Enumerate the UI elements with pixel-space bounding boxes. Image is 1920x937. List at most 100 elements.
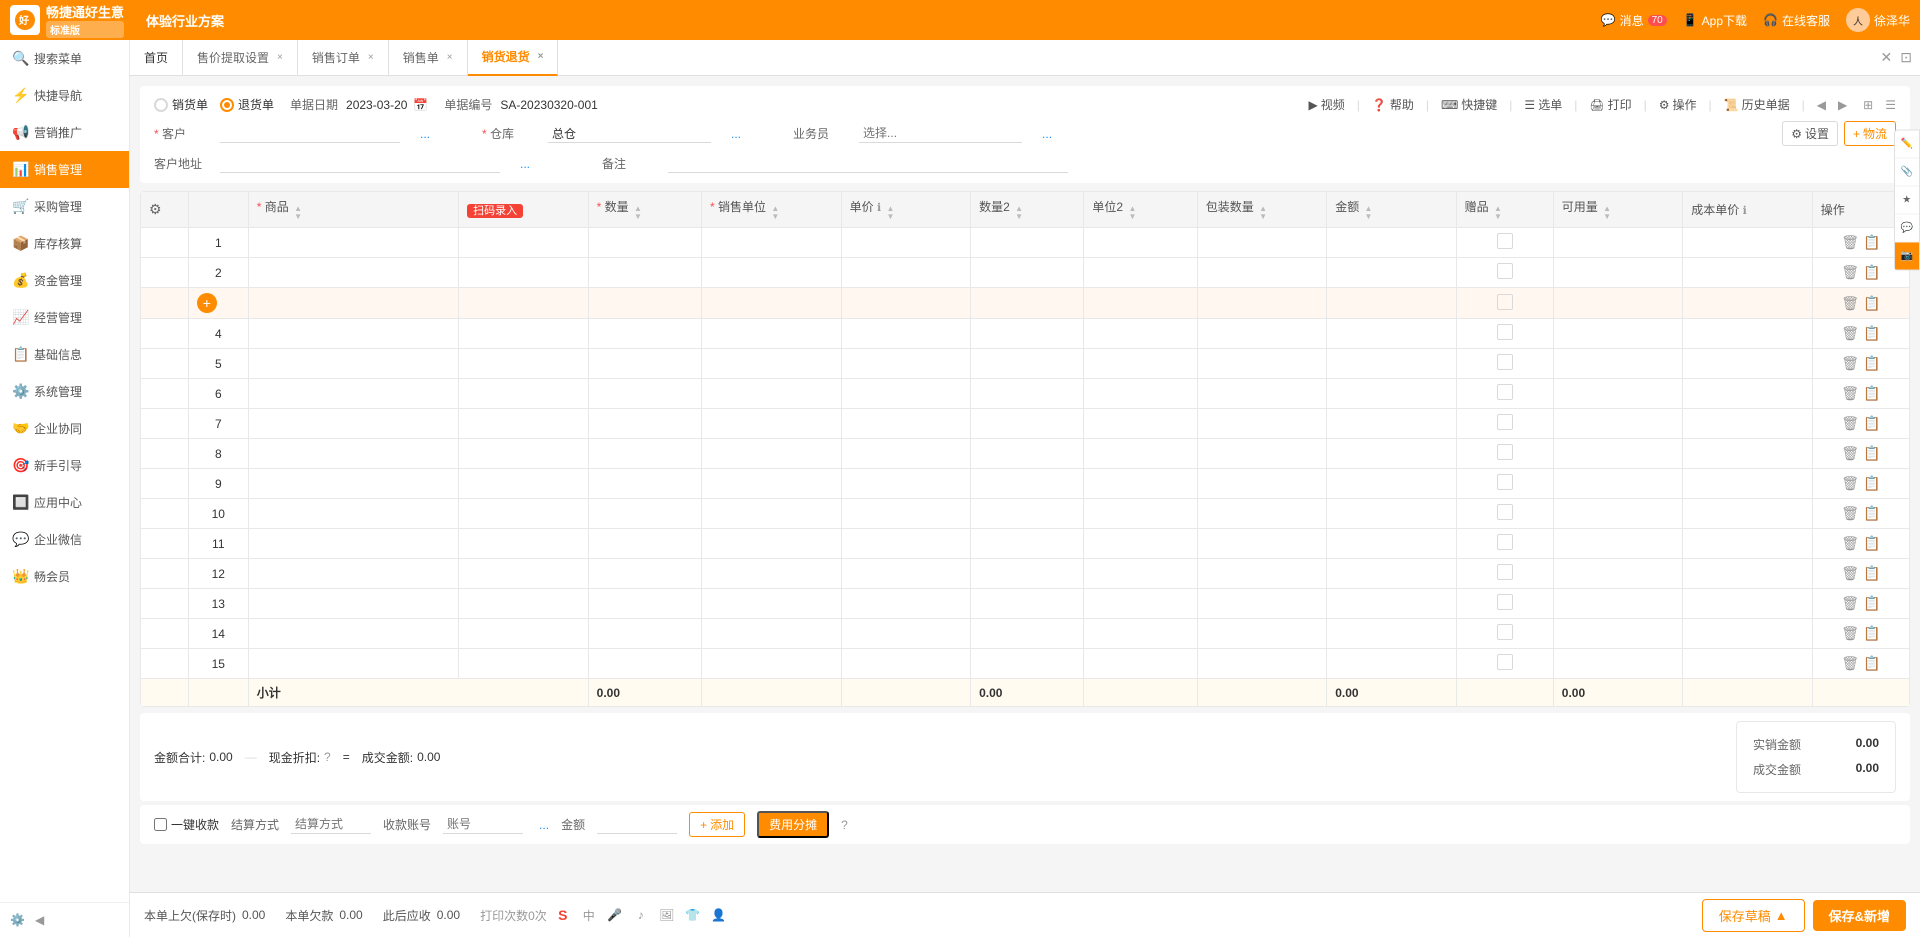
cell-pkg-15[interactable] [1197,649,1326,679]
gift-checkbox-3[interactable] [1497,294,1513,310]
gift-checkbox-9[interactable] [1497,474,1513,490]
cell-gift-15[interactable] [1456,649,1553,679]
cell-price-8[interactable] [841,439,970,469]
delete-row-3[interactable]: 🗑 [1841,295,1859,312]
cell-unit2-3[interactable] [1084,288,1197,319]
cell-gift-14[interactable] [1456,619,1553,649]
copy-row-6[interactable]: 📋 [1863,385,1880,402]
th-price[interactable]: 单价 ℹ ▲▼ [841,192,970,228]
copy-row-3[interactable]: 📋 [1863,295,1880,312]
cell-pkg-2[interactable] [1197,258,1326,288]
user-area[interactable]: 人 徐泽华 [1846,8,1910,32]
cell-avail-15[interactable] [1553,649,1682,679]
cell-cost-13[interactable] [1683,589,1812,619]
list-view-icon[interactable]: ☰ [1885,98,1896,112]
cell-cost-8[interactable] [1683,439,1812,469]
cell-pkg-10[interactable] [1197,499,1326,529]
cell-amount-4[interactable] [1327,319,1456,349]
one-click-checkbox[interactable] [154,818,167,831]
cell-cost-7[interactable] [1683,409,1812,439]
account-dots[interactable]: ... [539,818,549,832]
cell-price-1[interactable] [841,228,970,258]
payment-amount-input[interactable] [597,815,677,834]
cell-product-4[interactable] [248,319,458,349]
cell-avail-8[interactable] [1553,439,1682,469]
gift-checkbox-12[interactable] [1497,564,1513,580]
cell-gift-9[interactable] [1456,469,1553,499]
cell-qty2-2[interactable] [971,258,1084,288]
icon-img[interactable]: 🖼 [657,905,677,925]
cell-unit-10[interactable] [701,499,841,529]
collapse-icon[interactable]: ◀ [35,913,44,927]
cell-unit2-1[interactable] [1084,228,1197,258]
tab-sales-delivery[interactable]: 销售单 × [389,40,468,76]
delete-row-15[interactable]: 🗑 [1841,655,1859,672]
cell-amount-15[interactable] [1327,649,1456,679]
method-input[interactable] [291,815,371,834]
icon-person[interactable]: 👤 [709,905,729,925]
cell-amount-9[interactable] [1327,469,1456,499]
cell-qty2-6[interactable] [971,379,1084,409]
toolbar-select[interactable]: ☰ 选单 [1524,96,1562,113]
sidebar-item-enterprise[interactable]: 🤝 企业协同 [0,410,129,447]
copy-row-9[interactable]: 📋 [1863,475,1880,492]
address-input[interactable] [220,154,500,173]
cell-avail-5[interactable] [1553,349,1682,379]
cell-unit2-4[interactable] [1084,319,1197,349]
cell-qty2-4[interactable] [971,319,1084,349]
account-input[interactable] [443,815,523,834]
cell-price-2[interactable] [841,258,970,288]
cell-product-5[interactable] [248,349,458,379]
cell-cost-10[interactable] [1683,499,1812,529]
cell-unit-2[interactable] [701,258,841,288]
float-star[interactable]: ★ [1895,187,1919,215]
cell-qty2-5[interactable] [971,349,1084,379]
delete-row-1[interactable]: 🗑 [1841,234,1859,251]
delete-row-8[interactable]: 🗑 [1841,445,1859,462]
cell-unit-5[interactable] [701,349,841,379]
sidebar-item-search[interactable]: 🔍 搜索菜单 [0,40,129,77]
warehouse-input[interactable] [548,124,711,143]
settings-bottom-icon[interactable]: ⚙️ [10,913,25,927]
cell-qty-14[interactable] [588,619,701,649]
cell-cost-11[interactable] [1683,529,1812,559]
cell-qty-3[interactable] [588,288,701,319]
cell-qty2-13[interactable] [971,589,1084,619]
barcode-btn[interactable]: 扫码录入 [467,204,523,218]
close-sales-order[interactable]: × [368,52,374,63]
cell-cost-5[interactable] [1683,349,1812,379]
cell-unit-13[interactable] [701,589,841,619]
cell-product-6[interactable] [248,379,458,409]
delete-row-9[interactable]: 🗑 [1841,475,1859,492]
cell-price-12[interactable] [841,559,970,589]
cell-gift-8[interactable] [1456,439,1553,469]
cell-unit2-8[interactable] [1084,439,1197,469]
cell-unit-12[interactable] [701,559,841,589]
cell-amount-12[interactable] [1327,559,1456,589]
cell-amount-3[interactable] [1327,288,1456,319]
cell-amount-1[interactable] [1327,228,1456,258]
cell-avail-11[interactable] [1553,529,1682,559]
cell-product-3[interactable] [248,288,458,319]
cell-qty2-7[interactable] [971,409,1084,439]
one-click-payment[interactable]: 一键收款 [154,816,219,833]
delete-row-5[interactable]: 🗑 [1841,355,1859,372]
cell-avail-10[interactable] [1553,499,1682,529]
tab-sales-return[interactable]: 销货退货 × [468,40,559,76]
cell-qty-8[interactable] [588,439,701,469]
gift-checkbox-10[interactable] [1497,504,1513,520]
staff-dots[interactable]: ... [1042,127,1052,141]
cell-qty-2[interactable] [588,258,701,288]
toolbar-help[interactable]: ❓ 帮助 [1372,96,1414,113]
cell-product-11[interactable] [248,529,458,559]
sort-pkg[interactable]: ▲▼ [1259,205,1267,221]
icon-s[interactable]: S [553,905,573,925]
sidebar-item-system[interactable]: ⚙️ 系统管理 [0,373,129,410]
cell-amount-7[interactable] [1327,409,1456,439]
cell-qty-11[interactable] [588,529,701,559]
toolbar-shortcut[interactable]: ⌨ 快捷键 [1441,96,1497,113]
cell-price-11[interactable] [841,529,970,559]
help-icon-summary[interactable]: ? [324,750,331,764]
cell-pkg-6[interactable] [1197,379,1326,409]
cell-unit2-11[interactable] [1084,529,1197,559]
